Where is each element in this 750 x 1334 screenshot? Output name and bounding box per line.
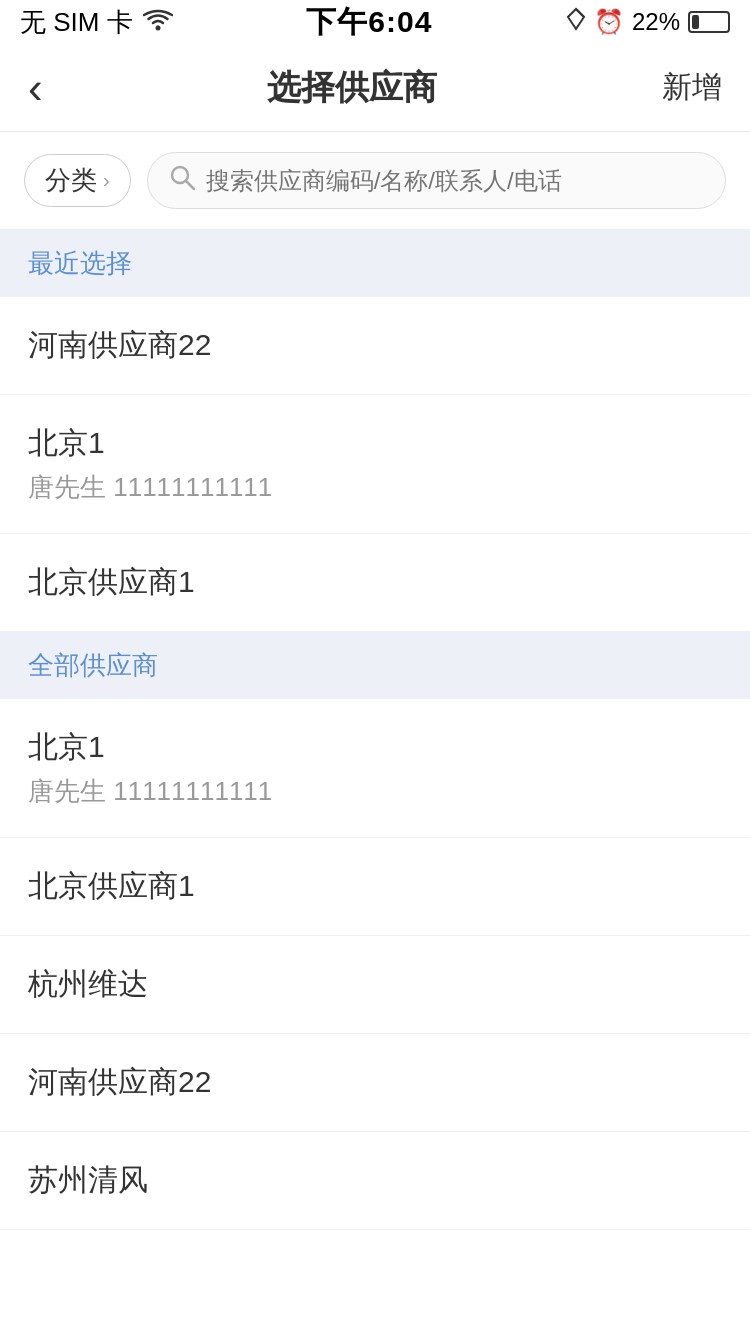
item-name: 北京1 (28, 423, 722, 464)
item-name: 苏州清风 (28, 1160, 722, 1201)
item-name: 北京供应商1 (28, 562, 722, 603)
item-name: 北京供应商1 (28, 866, 722, 907)
search-icon (168, 163, 196, 198)
sim-label: 无 SIM 卡 (20, 5, 133, 40)
item-sub: 唐先生 11111111111 (28, 470, 722, 505)
item-name: 北京1 (28, 727, 722, 768)
list-item-item-a2[interactable]: 北京供应商1 (0, 838, 750, 936)
section-header-all: 全部供应商 (0, 632, 750, 699)
alarm-icon: ⏰ (594, 8, 624, 36)
chevron-right-icon: › (103, 169, 110, 192)
svg-point-0 (155, 25, 160, 30)
item-sub: 唐先生 11111111111 (28, 774, 722, 809)
item-name: 河南供应商22 (28, 325, 722, 366)
content-area: 最近选择河南供应商22 北京1 唐先生 11111111111 北京供应商1 全部供应商… (0, 230, 750, 1230)
page-title: 选择供应商 (267, 65, 437, 111)
list-item-item-r3[interactable]: 北京供应商1 (0, 534, 750, 632)
section-header-text-recent: 最近选择 (28, 248, 132, 278)
status-left: 无 SIM 卡 (20, 5, 173, 40)
location-icon (566, 7, 586, 37)
list-item-item-a4[interactable]: 河南供应商22 (0, 1034, 750, 1132)
status-right: ⏰ 22% (566, 7, 730, 37)
category-filter-button[interactable]: 分类 › (24, 154, 131, 207)
search-input[interactable] (206, 167, 705, 195)
battery-percent: 22% (632, 8, 680, 36)
wifi-icon (143, 7, 173, 38)
list-item-item-a5[interactable]: 苏州清风 (0, 1132, 750, 1230)
list-item-item-a1[interactable]: 北京1 唐先生 11111111111 (0, 699, 750, 838)
nav-bar: ‹ 选择供应商 新增 (0, 44, 750, 132)
section-header-text-all: 全部供应商 (28, 650, 158, 680)
battery-icon (688, 11, 730, 33)
list-item-item-r2[interactable]: 北京1 唐先生 11111111111 (0, 395, 750, 534)
list-item-item-r1[interactable]: 河南供应商22 (0, 297, 750, 395)
list-item-item-a3[interactable]: 杭州维达 (0, 936, 750, 1034)
status-bar: 无 SIM 卡 下午6:04 ⏰ 22% (0, 0, 750, 44)
svg-line-2 (186, 181, 194, 189)
back-button[interactable]: ‹ (28, 63, 43, 113)
search-box[interactable] (147, 152, 726, 209)
item-name: 杭州维达 (28, 964, 722, 1005)
new-supplier-button[interactable]: 新增 (662, 67, 722, 108)
category-label: 分类 (45, 163, 97, 198)
status-time: 下午6:04 (306, 2, 432, 43)
filter-bar: 分类 › (0, 132, 750, 230)
section-header-recent: 最近选择 (0, 230, 750, 297)
item-name: 河南供应商22 (28, 1062, 722, 1103)
